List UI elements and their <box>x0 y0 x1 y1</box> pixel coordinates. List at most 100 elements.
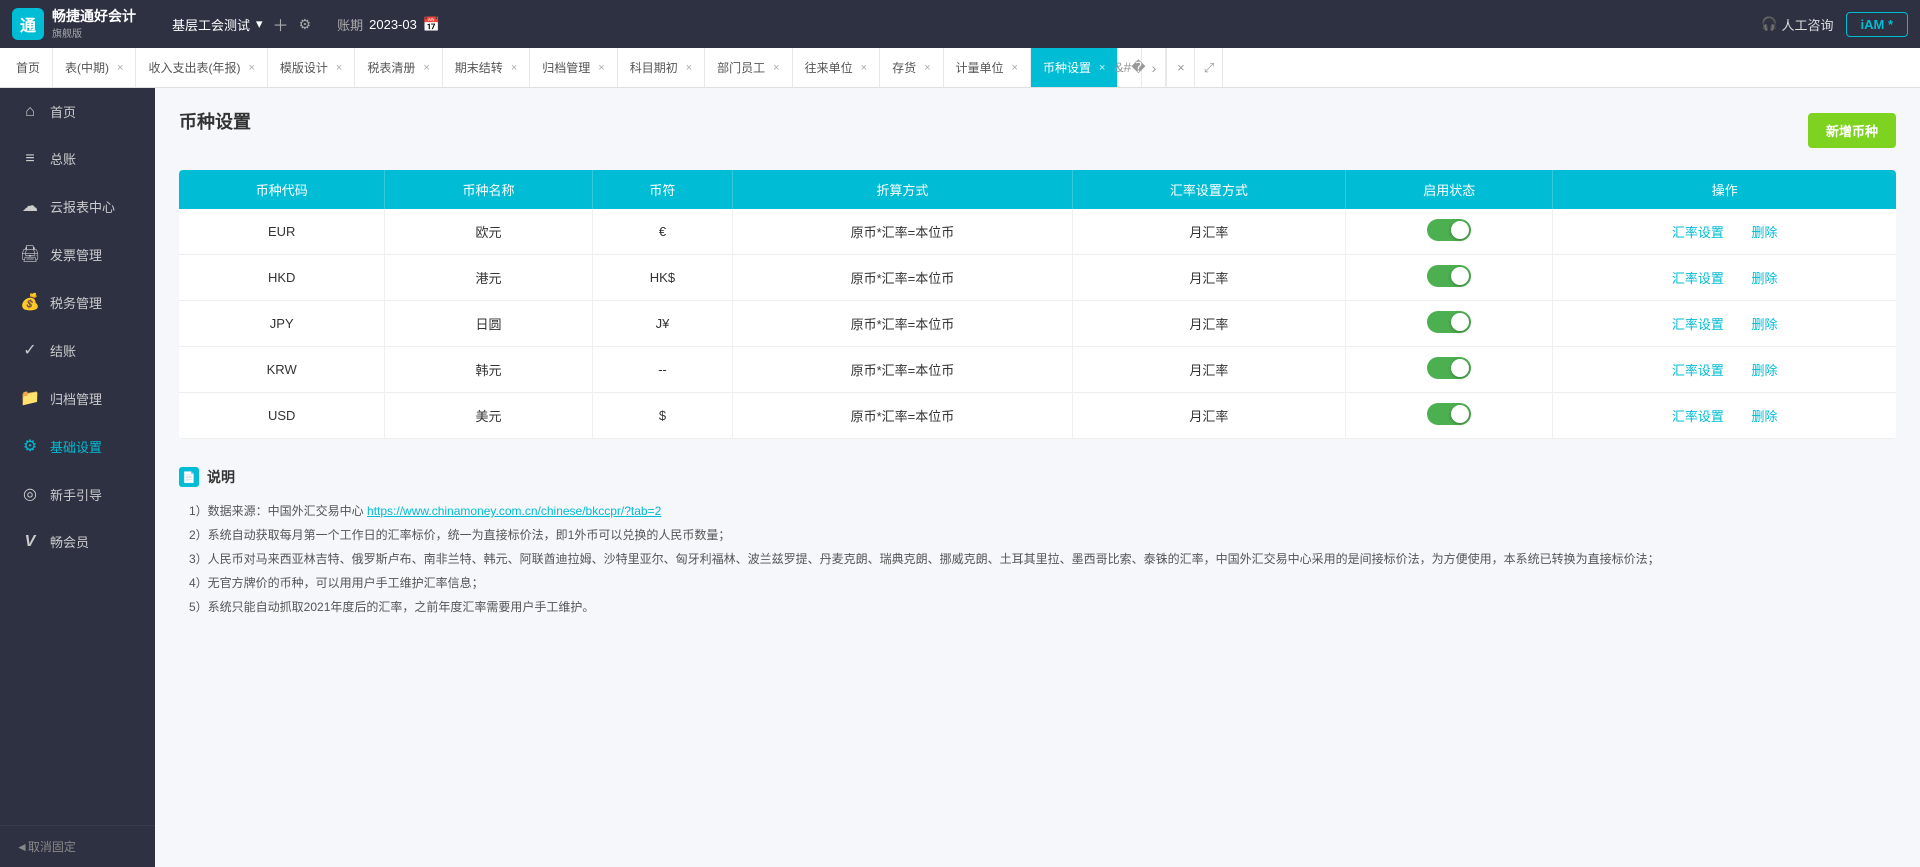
tab-template[interactable]: 模版设计 × <box>268 48 355 87</box>
toggle-JPY[interactable] <box>1427 311 1471 333</box>
sidebar-item-report[interactable]: ☁ 云报表中心 <box>0 182 155 230</box>
company-settings-icon[interactable]: ⚙ <box>299 16 312 33</box>
cell-toggle[interactable] <box>1346 393 1553 439</box>
sidebar-pin-btn[interactable]: ◄取消固定 <box>0 825 155 867</box>
tab-period-end-close[interactable]: × <box>511 62 517 74</box>
cell-symbol: HK$ <box>592 255 733 301</box>
cell-actions: 汇率设置 删除 <box>1553 393 1896 439</box>
sidebar-item-tax[interactable]: 💰 税务管理 <box>0 278 155 326</box>
delete-link-JPY[interactable]: 删除 <box>1752 317 1778 332</box>
tab-inventory[interactable]: 存货 × <box>880 48 943 87</box>
table-row: USD 美元 $ 原币*汇率=本位币 月汇率 汇率设置 删除 <box>179 393 1896 439</box>
tab-maximize-btn[interactable]: ⤢ <box>1195 48 1223 87</box>
rate-settings-link-JPY[interactable]: 汇率设置 <box>1672 317 1724 332</box>
cell-calc: 原币*汇率=本位币 <box>733 301 1072 347</box>
cell-calc: 原币*汇率=本位币 <box>733 255 1072 301</box>
sidebar-item-archive[interactable]: 📁 归档管理 <box>0 374 155 422</box>
new-currency-btn[interactable]: 新增币种 <box>1808 113 1896 148</box>
toggle-EUR[interactable] <box>1427 219 1471 241</box>
tab-subject-init-close[interactable]: × <box>686 62 692 74</box>
cell-toggle[interactable] <box>1346 209 1553 255</box>
note-item: 2）系统自动获取每月第一个工作日的汇率标价，统一为直接标价法，即1外币可以兑换的… <box>189 523 1896 547</box>
sidebar-item-member[interactable]: V 畅会员 <box>0 518 155 565</box>
col-rate-type: 汇率设置方式 <box>1072 170 1346 209</box>
col-calc: 折算方式 <box>733 170 1072 209</box>
tab-department-close[interactable]: × <box>773 62 779 74</box>
cell-name: 欧元 <box>385 209 592 255</box>
app-name: 畅捷通好会计 <box>52 8 136 25</box>
cell-rate-type: 月汇率 <box>1072 255 1346 301</box>
cell-actions: 汇率设置 删除 <box>1553 255 1896 301</box>
company-selector[interactable]: 基层工会测试 ▾ <box>172 15 263 34</box>
tab-unit-close[interactable]: × <box>1012 62 1018 74</box>
tab-home[interactable]: 首页 <box>4 48 53 87</box>
cell-toggle[interactable] <box>1346 255 1553 301</box>
tab-contacts-close[interactable]: × <box>861 62 867 74</box>
notes-title: 📄 说明 <box>179 467 1896 487</box>
tab-inventory-label: 存货 <box>892 59 916 76</box>
sidebar-item-home[interactable]: ⌂ 首页 <box>0 88 155 135</box>
add-company-icon[interactable]: ＋ <box>273 12 289 36</box>
report-icon: ☁ <box>20 196 40 216</box>
tab-unit[interactable]: 计量单位 × <box>944 48 1031 87</box>
tab-prev-btn[interactable]: &#� <box>1118 48 1142 87</box>
tab-annual-close[interactable]: × <box>248 62 254 74</box>
delete-link-HKD[interactable]: 删除 <box>1752 271 1778 286</box>
tab-currency-close[interactable]: × <box>1099 62 1105 74</box>
tab-midterm-close[interactable]: × <box>117 62 123 74</box>
tab-contacts[interactable]: 往来单位 × <box>793 48 880 87</box>
cell-toggle[interactable] <box>1346 347 1553 393</box>
cell-code: EUR <box>179 209 385 255</box>
table-row: HKD 港元 HK$ 原币*汇率=本位币 月汇率 汇率设置 删除 <box>179 255 1896 301</box>
tab-inventory-close[interactable]: × <box>924 62 930 74</box>
tab-next-btn[interactable]: › <box>1142 48 1166 87</box>
guide-icon: ◎ <box>20 484 40 504</box>
sidebar-item-guide[interactable]: ◎ 新手引导 <box>0 470 155 518</box>
sidebar-item-ledger[interactable]: ≡ 总账 <box>0 135 155 182</box>
tab-archive[interactable]: 归档管理 × <box>530 48 617 87</box>
sidebar-ledger-label: 总账 <box>50 149 76 168</box>
sidebar-checkout-label: 结账 <box>50 341 76 360</box>
checkout-icon: ✓ <box>20 340 40 360</box>
table-row: JPY 日圆 J¥ 原币*汇率=本位币 月汇率 汇率设置 删除 <box>179 301 1896 347</box>
tab-tax-table[interactable]: 税表清册 × <box>355 48 442 87</box>
app-sub: 旗舰版 <box>52 25 136 40</box>
tab-period-end[interactable]: 期末结转 × <box>443 48 530 87</box>
tab-archive-close[interactable]: × <box>598 62 604 74</box>
tab-tax-table-close[interactable]: × <box>423 62 429 74</box>
rate-settings-link-KRW[interactable]: 汇率设置 <box>1672 363 1724 378</box>
cell-toggle[interactable] <box>1346 301 1553 347</box>
tab-currency[interactable]: 币种设置 × <box>1031 48 1118 87</box>
rate-settings-link-EUR[interactable]: 汇率设置 <box>1672 225 1724 240</box>
tab-department[interactable]: 部门员工 × <box>705 48 792 87</box>
delete-link-EUR[interactable]: 删除 <box>1752 225 1778 240</box>
col-status: 启用状态 <box>1346 170 1553 209</box>
logo-text: 畅捷通好会计 旗舰版 <box>52 8 136 40</box>
cell-code: HKD <box>179 255 385 301</box>
toggle-KRW[interactable] <box>1427 357 1471 379</box>
sidebar-item-invoice[interactable]: 🖨 发票管理 <box>0 230 155 278</box>
notes-link[interactable]: https://www.chinamoney.com.cn/chinese/bk… <box>367 504 661 518</box>
tab-bar: 首页 表(中期) × 收入支出表(年报) × 模版设计 × 税表清册 × 期末结… <box>0 48 1920 88</box>
rate-settings-link-USD[interactable]: 汇率设置 <box>1672 409 1724 424</box>
iam-button[interactable]: iAM * <box>1846 12 1909 37</box>
sidebar-item-settings[interactable]: ⚙ 基础设置 <box>0 422 155 470</box>
page-title: 币种设置 <box>179 108 251 134</box>
tab-midterm[interactable]: 表(中期) × <box>53 48 136 87</box>
notes-heading: 说明 <box>207 467 235 487</box>
sidebar: ⌂ 首页 ≡ 总账 ☁ 云报表中心 🖨 发票管理 💰 税务管理 ✓ 结账 📁 归… <box>0 88 155 867</box>
rate-settings-link-HKD[interactable]: 汇率设置 <box>1672 271 1724 286</box>
toggle-HKD[interactable] <box>1427 265 1471 287</box>
sidebar-item-checkout[interactable]: ✓ 结账 <box>0 326 155 374</box>
sidebar-archive-label: 归档管理 <box>50 389 102 408</box>
logo-area: 通 畅捷通好会计 旗舰版 <box>12 8 162 40</box>
toggle-USD[interactable] <box>1427 403 1471 425</box>
tab-template-close[interactable]: × <box>336 62 342 74</box>
tab-subject-init[interactable]: 科目期初 × <box>618 48 705 87</box>
tab-annual[interactable]: 收入支出表(年报) × <box>136 48 267 87</box>
tab-close-all-btn[interactable]: × <box>1167 48 1195 87</box>
delete-link-USD[interactable]: 删除 <box>1752 409 1778 424</box>
delete-link-KRW[interactable]: 删除 <box>1752 363 1778 378</box>
calendar-icon[interactable]: 📅 <box>423 16 440 33</box>
consult-button[interactable]: 🎧 人工咨询 <box>1761 15 1833 34</box>
